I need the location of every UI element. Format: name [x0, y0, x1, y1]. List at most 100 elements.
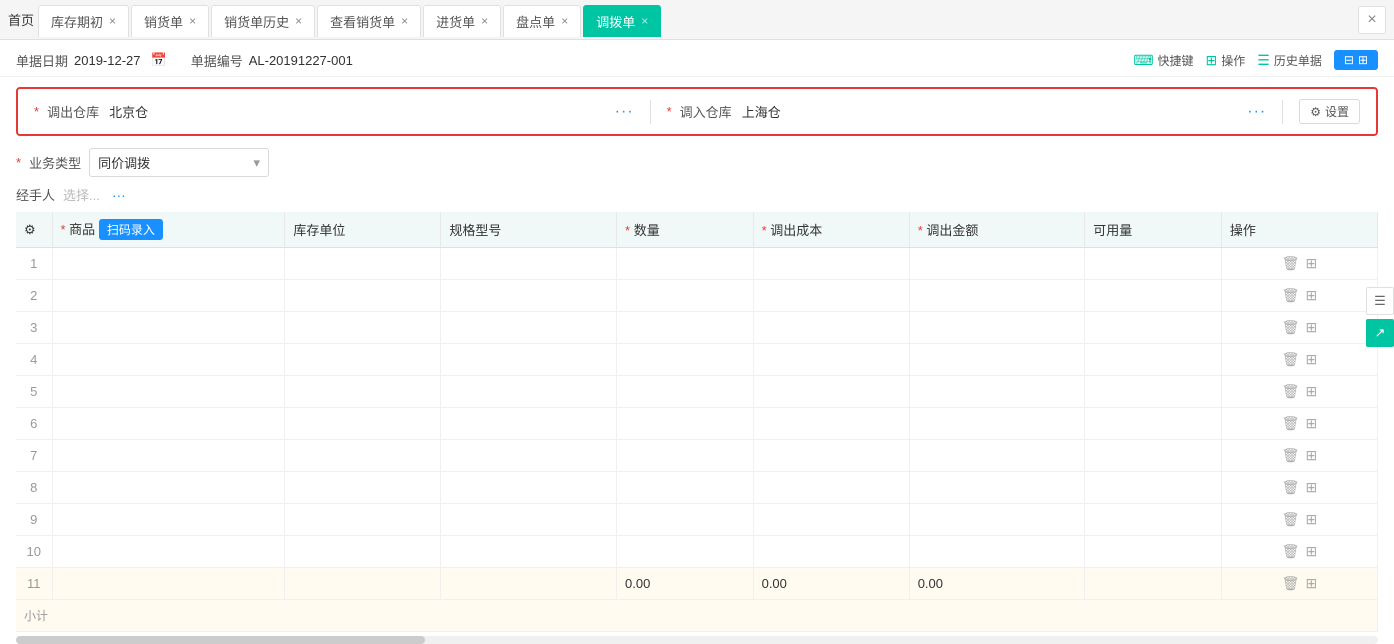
cell-amount[interactable] — [909, 248, 1085, 280]
close-tab-inventory-init[interactable]: × — [109, 14, 116, 28]
cell-spec[interactable] — [441, 472, 617, 504]
cell-available[interactable] — [1085, 536, 1222, 568]
cell-cost[interactable] — [753, 408, 909, 440]
cell-amount[interactable] — [909, 280, 1085, 312]
cell-cost[interactable] — [753, 472, 909, 504]
cell-qty[interactable] — [617, 504, 754, 536]
cell-amount[interactable] — [909, 440, 1085, 472]
cell-available[interactable] — [1085, 344, 1222, 376]
layout-button[interactable]: ⊟ ⊞ — [1334, 50, 1378, 70]
tab-purchase[interactable]: 进货单 × — [423, 5, 501, 37]
cell-unit[interactable] — [285, 472, 441, 504]
cell-product[interactable] — [52, 408, 285, 440]
cell-unit[interactable] — [285, 408, 441, 440]
cell-product[interactable] — [52, 472, 285, 504]
side-export-button[interactable]: ↗ — [1366, 319, 1394, 347]
cell-available[interactable] — [1085, 440, 1222, 472]
cell-product[interactable] — [52, 536, 285, 568]
cell-spec[interactable] — [441, 504, 617, 536]
cell-amount[interactable] — [909, 312, 1085, 344]
cell-available[interactable] — [1085, 280, 1222, 312]
business-type-select[interactable]: 同价调拨 ▾ — [89, 148, 269, 177]
cell-spec[interactable] — [441, 408, 617, 440]
subtotal-delete-icon[interactable]: 🗑 — [1282, 575, 1300, 592]
scan-button[interactable]: 扫码录入 — [99, 219, 163, 240]
cell-qty[interactable] — [617, 344, 754, 376]
delete-row-icon[interactable]: 🗑 — [1282, 319, 1300, 336]
cell-available[interactable] — [1085, 408, 1222, 440]
cell-available[interactable] — [1085, 312, 1222, 344]
cell-qty[interactable] — [617, 376, 754, 408]
scrollbar-thumb[interactable] — [16, 636, 425, 644]
tab-sales-order[interactable]: 销货单 × — [131, 5, 209, 37]
cell-qty[interactable] — [617, 536, 754, 568]
person-input[interactable]: 选择... — [63, 185, 100, 204]
cell-amount[interactable] — [909, 408, 1085, 440]
cell-available[interactable] — [1085, 472, 1222, 504]
delete-row-icon[interactable]: 🗑 — [1282, 255, 1300, 272]
tab-sales-history[interactable]: 销货单历史 × — [211, 5, 315, 37]
cell-unit[interactable] — [285, 312, 441, 344]
cell-product[interactable] — [52, 312, 285, 344]
window-close-button[interactable]: × — [1358, 6, 1386, 34]
calendar-icon[interactable]: 📅 — [151, 52, 167, 68]
delete-row-icon[interactable]: 🗑 — [1282, 351, 1300, 368]
in-warehouse-more-button[interactable]: ··· — [1247, 103, 1266, 121]
cell-cost[interactable] — [753, 536, 909, 568]
cell-unit[interactable] — [285, 280, 441, 312]
close-tab-stocktake[interactable]: × — [561, 14, 568, 28]
close-tab-sales-history[interactable]: × — [295, 14, 302, 28]
cell-cost[interactable] — [753, 248, 909, 280]
copy-row-icon[interactable]: ⊞ — [1305, 287, 1317, 304]
cell-product[interactable] — [52, 248, 285, 280]
copy-row-icon[interactable]: ⊞ — [1305, 351, 1317, 368]
delete-row-icon[interactable]: 🗑 — [1282, 511, 1300, 528]
cell-unit[interactable] — [285, 440, 441, 472]
cell-amount[interactable] — [909, 504, 1085, 536]
copy-row-icon[interactable]: ⊞ — [1305, 383, 1317, 400]
cell-qty[interactable] — [617, 280, 754, 312]
cell-unit[interactable] — [285, 504, 441, 536]
delete-row-icon[interactable]: 🗑 — [1282, 447, 1300, 464]
delete-row-icon[interactable]: 🗑 — [1282, 543, 1300, 560]
cell-qty[interactable] — [617, 312, 754, 344]
cell-qty[interactable] — [617, 408, 754, 440]
delete-row-icon[interactable]: 🗑 — [1282, 383, 1300, 400]
tab-inventory-init[interactable]: 库存期初 × — [38, 5, 129, 37]
cell-spec[interactable] — [441, 440, 617, 472]
close-tab-purchase[interactable]: × — [481, 14, 488, 28]
copy-row-icon[interactable]: ⊞ — [1305, 479, 1317, 496]
cell-cost[interactable] — [753, 280, 909, 312]
cell-spec[interactable] — [441, 376, 617, 408]
tab-stocktake[interactable]: 盘点单 × — [503, 5, 581, 37]
cell-available[interactable] — [1085, 504, 1222, 536]
out-warehouse-more-button[interactable]: ··· — [615, 103, 634, 121]
settings-button[interactable]: ⚙ 设置 — [1299, 99, 1360, 124]
tab-view-sales[interactable]: 查看销货单 × — [317, 5, 421, 37]
delete-row-icon[interactable]: 🗑 — [1282, 415, 1300, 432]
cell-amount[interactable] — [909, 376, 1085, 408]
cell-qty[interactable] — [617, 248, 754, 280]
copy-row-icon[interactable]: ⊞ — [1305, 255, 1317, 272]
cell-product[interactable] — [52, 504, 285, 536]
cell-amount[interactable] — [909, 344, 1085, 376]
cell-cost[interactable] — [753, 440, 909, 472]
cell-available[interactable] — [1085, 248, 1222, 280]
operation-button[interactable]: ⊞ 操作 — [1206, 52, 1246, 69]
copy-row-icon[interactable]: ⊞ — [1305, 319, 1317, 336]
cell-product[interactable] — [52, 344, 285, 376]
cell-spec[interactable] — [441, 536, 617, 568]
cell-cost[interactable] — [753, 504, 909, 536]
cell-amount[interactable] — [909, 536, 1085, 568]
cell-unit[interactable] — [285, 536, 441, 568]
copy-row-icon[interactable]: ⊞ — [1305, 511, 1317, 528]
subtotal-copy-icon[interactable]: ⊞ — [1305, 575, 1317, 592]
cell-spec[interactable] — [441, 280, 617, 312]
col-header-settings[interactable]: ⚙ — [16, 212, 52, 248]
cell-amount[interactable] — [909, 472, 1085, 504]
cell-unit[interactable] — [285, 344, 441, 376]
side-notes-button[interactable]: ☰ — [1366, 287, 1394, 315]
cell-available[interactable] — [1085, 376, 1222, 408]
cell-spec[interactable] — [441, 248, 617, 280]
cell-unit[interactable] — [285, 248, 441, 280]
